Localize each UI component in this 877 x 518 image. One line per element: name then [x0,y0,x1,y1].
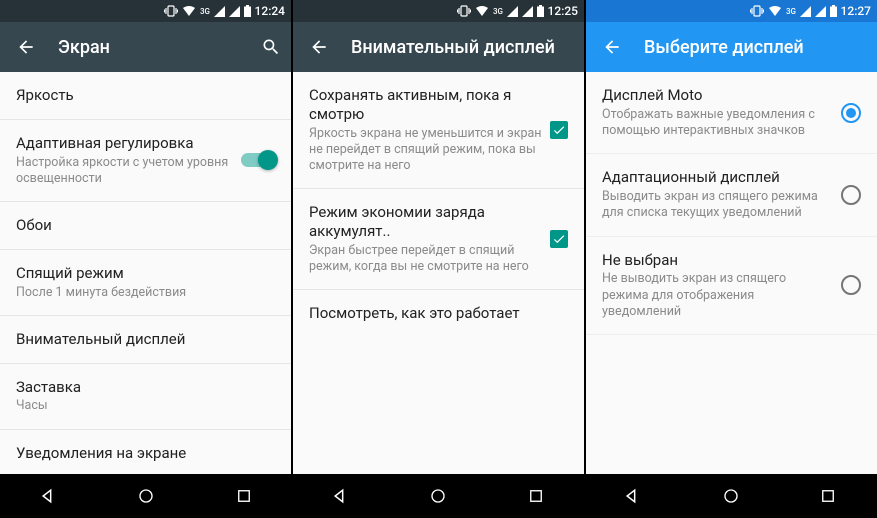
page-title: Внимательный дисплей [351,37,576,58]
data-icon: 3G [786,6,796,16]
row-label: Не выбран [602,251,829,270]
signal-icon [507,6,518,17]
signal-icon [214,6,225,17]
battery-icon [537,5,544,17]
wifi-icon [768,5,782,17]
nav-recent-button[interactable] [525,485,547,507]
search-button[interactable] [259,35,283,59]
svg-text:3G: 3G [786,7,796,16]
row-label: Спящий режим [16,264,267,283]
row-attentive-display[interactable]: Внимательный дисплей [0,316,291,364]
row-label: Режим экономии заряда аккумулят.. [309,203,542,241]
row-moto-display[interactable]: Дисплей Moto Отображать важные уведомлен… [586,72,877,154]
vibrate-icon [164,5,178,17]
row-adaptive-display[interactable]: Адаптационный дисплей Выводить экран из … [586,154,877,236]
signal-icon [800,6,811,17]
row-sublabel: Выводить экран из спящего режима для спи… [602,189,829,222]
status-bar: 3G 12:27 [586,0,877,22]
nav-recent-button[interactable] [817,485,839,507]
signal-icon-2 [229,6,240,17]
status-time: 12:27 [841,4,871,18]
row-sleep[interactable]: Спящий режим После 1 минута бездействия [0,250,291,316]
signal-icon-2 [522,6,533,17]
nav-home-button[interactable] [135,485,157,507]
navigation-bar-strip [0,474,877,518]
data-icon: 3G [200,6,210,16]
row-wallpaper[interactable]: Обои [0,202,291,250]
row-brightness[interactable]: Яркость [0,72,291,120]
row-sublabel: Отображать важные уведомления с помощью … [602,107,829,140]
moto-display-radio[interactable] [841,103,861,123]
row-label: Адаптационный дисплей [602,168,829,187]
row-label: Внимательный дисплей [16,330,267,349]
vibrate-icon [750,5,764,17]
page-title: Выберите дисплей [644,37,869,58]
row-label: Уведомления на экране [16,444,267,463]
row-sublabel: Яркость экрана не уменьшится и экран не … [309,126,542,175]
back-button[interactable] [600,35,624,59]
adaptive-brightness-toggle[interactable] [241,153,275,167]
settings-list: Яркость Адаптивная регулировка Настройка… [0,72,291,474]
row-keep-active[interactable]: Сохранять активным, пока я смотрю Яркост… [293,72,584,189]
row-daydream[interactable]: Заставка Часы [0,364,291,430]
adaptive-display-radio[interactable] [841,185,861,205]
none-radio[interactable] [841,275,861,295]
page-title: Экран [58,37,239,58]
row-sublabel: Экран быстрее перейдет в спящий режим, к… [309,243,542,276]
status-time: 12:24 [255,4,285,18]
battery-icon [244,5,251,17]
row-sublabel: После 1 минута бездействия [16,285,267,301]
svg-text:3G: 3G [200,7,210,16]
nav-bar [585,474,877,518]
back-button[interactable] [307,35,331,59]
battery-icon [830,5,837,17]
row-adaptive-brightness[interactable]: Адаптивная регулировка Настройка яркости… [0,120,291,202]
row-label: Заставка [16,378,267,397]
nav-back-button[interactable] [622,485,644,507]
display-radio-list: Дисплей Moto Отображать важные уведомлен… [586,72,877,474]
row-sublabel: Часы [16,398,267,414]
status-time: 12:25 [548,4,578,18]
nav-home-button[interactable] [720,485,742,507]
row-label: Адаптивная регулировка [16,134,233,153]
svg-text:3G: 3G [493,7,503,16]
row-label: Яркость [16,86,267,105]
row-sublabel: Не выводить экран из спящего режима для … [602,271,829,320]
app-bar: Выберите дисплей [586,22,877,72]
back-button[interactable] [14,35,38,59]
screen-select-display: 3G 12:27 Выберите дисплей Дисплей Moto О… [584,0,877,518]
data-icon: 3G [493,6,503,16]
row-sublabel: Настройка яркости с учетом уровня освеще… [16,155,233,188]
status-bar: 3G 12:24 [0,0,291,22]
app-bar: Экран [0,22,291,72]
row-screen-notifications[interactable]: Уведомления на экране [0,430,291,475]
screen-attentive-display: 3G 12:25 Внимательный дисплей Сохранять … [291,0,584,518]
wifi-icon [182,5,196,17]
row-label: Посмотреть, как это работает [309,304,560,323]
wifi-icon [475,5,489,17]
nav-recent-button[interactable] [233,485,255,507]
row-none-selected[interactable]: Не выбран Не выводить экран из спящего р… [586,237,877,336]
row-label: Обои [16,216,267,235]
nav-back-button[interactable] [38,485,60,507]
row-battery-saver[interactable]: Режим экономии заряда аккумулят.. Экран … [293,189,584,290]
row-label: Сохранять активным, пока я смотрю [309,86,542,124]
nav-bar [0,474,292,518]
app-bar: Внимательный дисплей [293,22,584,72]
row-label: Дисплей Moto [602,86,829,105]
row-see-how[interactable]: Посмотреть, как это работает [293,290,584,337]
nav-back-button[interactable] [330,485,352,507]
keep-active-checkbox[interactable] [550,121,568,139]
battery-saver-checkbox[interactable] [550,230,568,248]
attentive-list: Сохранять активным, пока я смотрю Яркост… [293,72,584,474]
vibrate-icon [457,5,471,17]
nav-home-button[interactable] [427,485,449,507]
screen-display-settings: 3G 12:24 Экран Яркость Адаптивная регули… [0,0,291,518]
nav-bar [292,474,584,518]
signal-icon-2 [815,6,826,17]
status-bar: 3G 12:25 [293,0,584,22]
